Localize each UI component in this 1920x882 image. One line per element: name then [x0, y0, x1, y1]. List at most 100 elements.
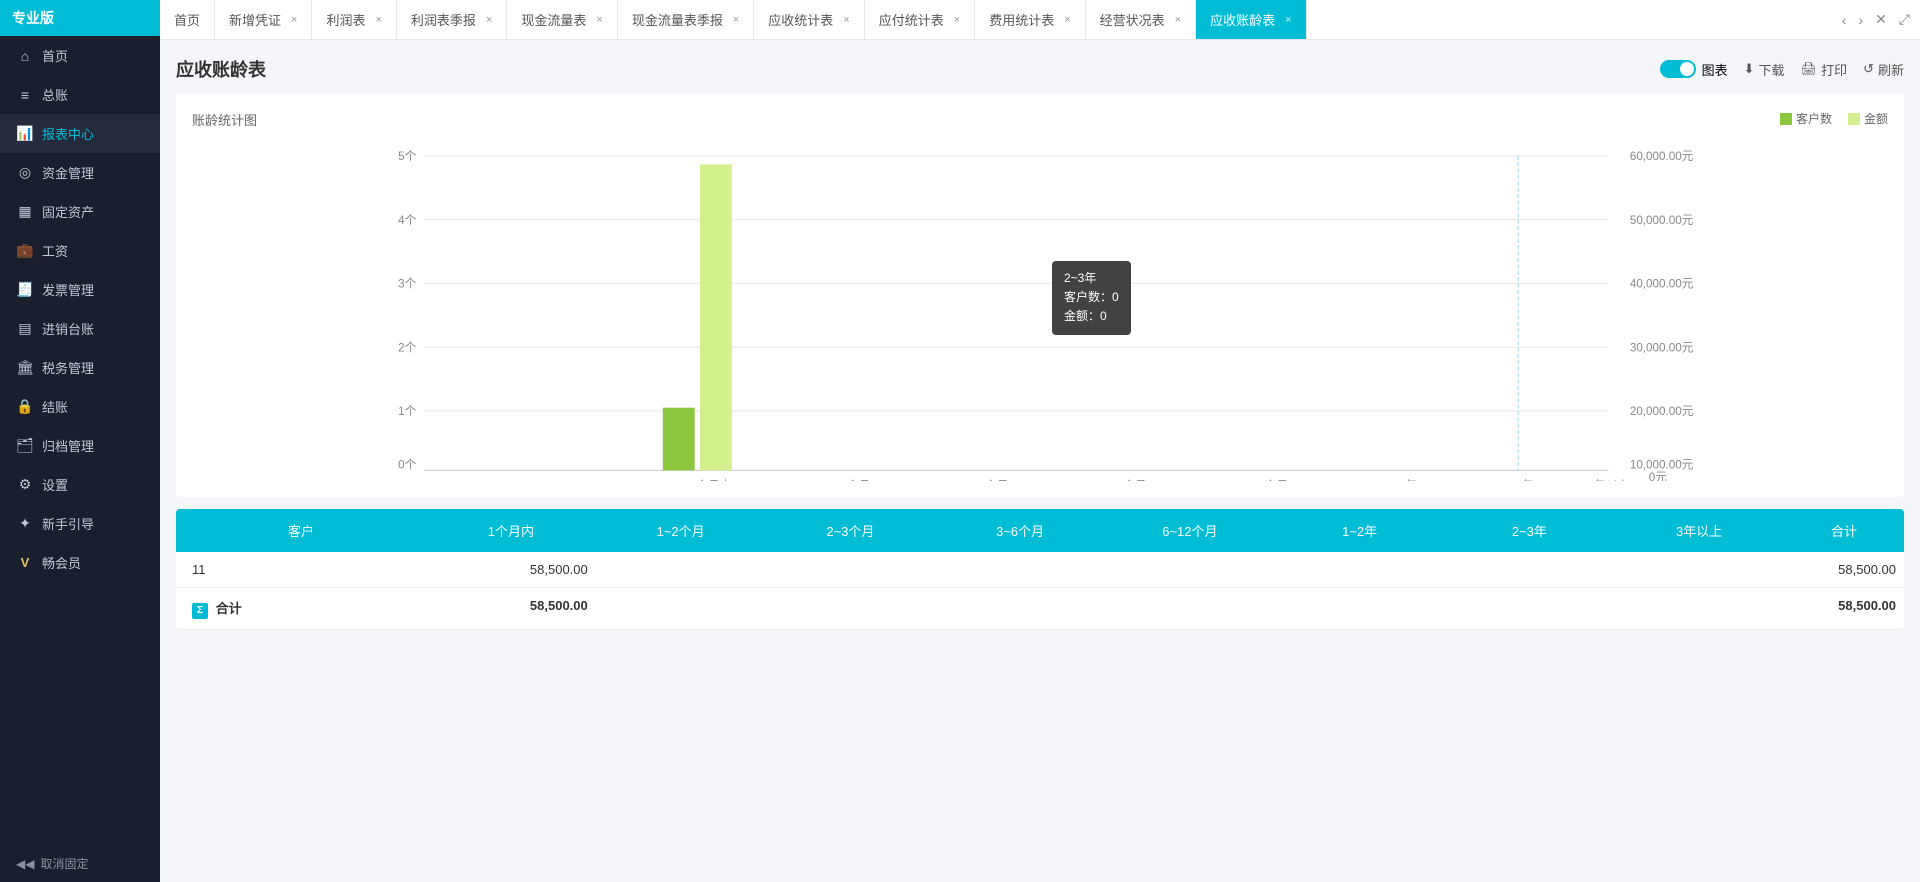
sidebar-item-label: 资金管理 — [42, 163, 94, 182]
page-content: 应收账龄表 图表 ⬇ 下载 🖨 打印 ↺ 刷新 — [160, 40, 1920, 882]
reports-icon: 📊 — [16, 125, 34, 142]
sidebar-item-home[interactable]: ⌂ 首页 — [0, 36, 160, 75]
download-icon: ⬇ — [1744, 61, 1755, 77]
close-icon[interactable]: × — [486, 14, 492, 26]
assets-icon: ▦ — [16, 203, 34, 220]
total-total: 58,500.00 — [1784, 588, 1904, 629]
legend-customers: 客户数 — [1780, 110, 1832, 127]
tab-ar-stats[interactable]: 应收统计表 × — [754, 0, 864, 39]
total-icon: Σ — [192, 603, 208, 619]
svg-text:50,000.00元: 50,000.00元 — [1630, 214, 1694, 227]
tab-maximize-btn[interactable]: ⤢ — [1895, 9, 1914, 30]
close-icon[interactable]: × — [843, 14, 849, 26]
tab-label: 利润表季报 — [411, 10, 476, 29]
svg-text:0元: 0元 — [1649, 471, 1667, 481]
close-icon[interactable]: × — [954, 14, 960, 26]
cell-customer: 11 — [176, 552, 426, 587]
tab-ap-stats[interactable]: 应付统计表 × — [865, 0, 975, 39]
col-m6-12: 6~12个月 — [1105, 509, 1275, 552]
svg-text:10,000.00元: 10,000.00元 — [1630, 458, 1694, 471]
inventory-icon: ▤ — [16, 320, 34, 337]
tab-close-all-btn[interactable]: ✕ — [1871, 9, 1891, 30]
total-m6-12 — [1105, 588, 1275, 629]
cell-m1: 58,500.00 — [426, 552, 596, 587]
close-icon[interactable]: × — [1285, 14, 1291, 26]
cell-m1-2 — [596, 552, 766, 587]
svg-text:6~12个月: 6~12个月 — [1238, 480, 1288, 482]
svg-text:2~3年: 2~3年 — [1502, 479, 1534, 482]
tab-profit[interactable]: 利润表 × — [312, 0, 396, 39]
close-icon[interactable]: × — [291, 14, 297, 26]
ledger-icon: ≡ — [16, 87, 34, 103]
sidebar-item-reports[interactable]: 📊 报表中心 — [0, 114, 160, 153]
svg-text:2个: 2个 — [398, 341, 416, 354]
cell-total: 58,500.00 — [1784, 552, 1904, 587]
chart-toggle[interactable]: 图表 — [1660, 60, 1728, 79]
sidebar-item-label: 归档管理 — [42, 436, 94, 455]
tab-label: 经营状况表 — [1100, 10, 1165, 29]
tab-cashflow[interactable]: 现金流量表 × — [507, 0, 617, 39]
total-y3 — [1614, 588, 1784, 629]
sidebar-item-settings[interactable]: ⚙ 设置 — [0, 465, 160, 504]
tax-icon: 🏛 — [16, 359, 34, 376]
legend-amount: 金额 — [1848, 110, 1888, 127]
closing-icon: 🔒 — [16, 398, 34, 415]
svg-text:60,000.00元: 60,000.00元 — [1630, 150, 1694, 163]
tab-new-voucher[interactable]: 新增凭证 × — [215, 0, 312, 39]
cell-y2-3 — [1445, 552, 1615, 587]
bar-amount-0 — [700, 164, 732, 470]
print-icon: 🖨 — [1801, 61, 1818, 77]
tab-label: 应付统计表 — [879, 10, 944, 29]
svg-text:20,000.00元: 20,000.00元 — [1630, 405, 1694, 418]
tab-label: 费用统计表 — [989, 10, 1054, 29]
sidebar-item-assets[interactable]: ▦ 固定资产 — [0, 192, 160, 231]
close-icon[interactable]: × — [596, 14, 602, 26]
close-icon[interactable]: × — [375, 14, 381, 26]
svg-text:3个: 3个 — [398, 278, 416, 291]
sidebar-item-invoice[interactable]: 🧾 发票管理 — [0, 270, 160, 309]
sidebar-item-inventory[interactable]: ▤ 进销台账 — [0, 309, 160, 348]
sidebar-item-guide[interactable]: ✦ 新手引导 — [0, 504, 160, 543]
table-header: 客户 1个月内 1~2个月 2~3个月 3~6个月 6~12个月 1~2年 2~… — [176, 509, 1904, 552]
tab-business-status[interactable]: 经营状况表 × — [1086, 0, 1196, 39]
total-label: 合计 — [216, 601, 242, 616]
tab-cashflow-quarterly[interactable]: 现金流量表季报 × — [618, 0, 754, 39]
sidebar-item-label: 进销台账 — [42, 319, 94, 338]
print-button[interactable]: 🖨 打印 — [1801, 60, 1848, 79]
sidebar-collapse-btn[interactable]: ◀◀ 取消固定 — [0, 845, 160, 882]
tab-home[interactable]: 首页 — [160, 0, 215, 39]
tab-ar-aging[interactable]: 应收账龄表 × — [1196, 0, 1306, 39]
tab-profit-quarterly[interactable]: 利润表季报 × — [397, 0, 507, 39]
archive-icon: 🗂 — [16, 437, 34, 454]
sidebar-item-ledger[interactable]: ≡ 总账 — [0, 75, 160, 114]
total-m2-3 — [766, 588, 936, 629]
tab-label: 应收账龄表 — [1210, 10, 1275, 29]
col-y1-2: 1~2年 — [1275, 509, 1445, 552]
svg-text:1~2个月: 1~2个月 — [827, 480, 870, 482]
table-row: 11 58,500.00 58,500.00 — [176, 552, 1904, 588]
refresh-button[interactable]: ↺ 刷新 — [1863, 60, 1904, 79]
refresh-label: 刷新 — [1878, 60, 1904, 79]
sidebar-item-closing[interactable]: 🔒 结账 — [0, 387, 160, 426]
toggle-track[interactable] — [1660, 60, 1696, 78]
tab-expense-stats[interactable]: 费用统计表 × — [975, 0, 1085, 39]
tab-next-btn[interactable]: › — [1854, 10, 1867, 30]
sidebar-item-archive[interactable]: 🗂 归档管理 — [0, 426, 160, 465]
header-actions: 图表 ⬇ 下载 🖨 打印 ↺ 刷新 — [1660, 60, 1904, 79]
close-icon[interactable]: × — [1175, 14, 1181, 26]
sidebar-item-payroll[interactable]: 💼 工资 — [0, 231, 160, 270]
svg-text:2~3个月: 2~3个月 — [965, 480, 1008, 482]
sidebar-item-vip[interactable]: V 畅会员 — [0, 543, 160, 582]
sidebar-item-tax[interactable]: 🏛 税务管理 — [0, 348, 160, 387]
bar-customers-0 — [663, 408, 695, 471]
sidebar-item-funds[interactable]: ◎ 资金管理 — [0, 153, 160, 192]
close-icon[interactable]: × — [733, 14, 739, 26]
sidebar-item-label: 新手引导 — [42, 514, 94, 533]
tab-prev-btn[interactable]: ‹ — [1838, 10, 1851, 30]
download-button[interactable]: ⬇ 下载 — [1744, 60, 1785, 79]
gear-icon: ⚙ — [16, 476, 34, 493]
sidebar: 专业版 ⌂ 首页 ≡ 总账 📊 报表中心 ◎ 资金管理 ▦ 固定资产 💼 工资 … — [0, 0, 160, 882]
sidebar-item-label: 首页 — [42, 46, 68, 65]
close-icon[interactable]: × — [1064, 14, 1070, 26]
chart-svg: 5个 4个 3个 2个 1个 0个 60,000.00元 50,000.00元 … — [192, 141, 1888, 481]
